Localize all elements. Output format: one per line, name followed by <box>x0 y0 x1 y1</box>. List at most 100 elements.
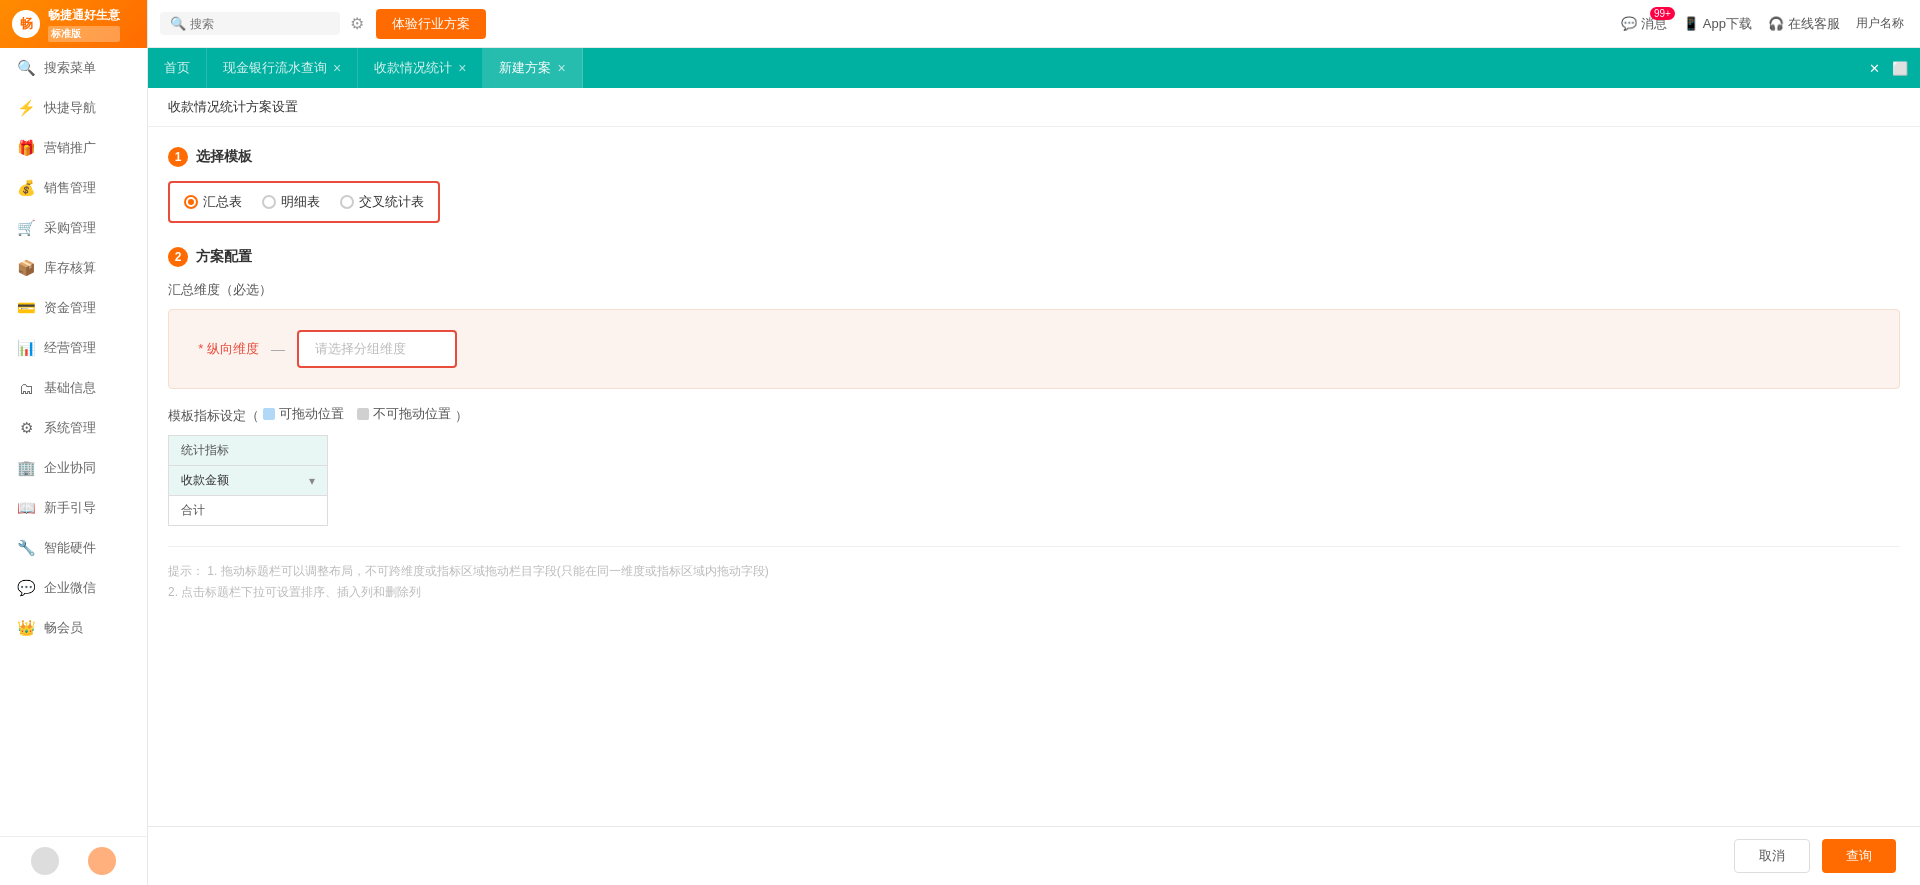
sidebar-item-marketing[interactable]: 🎁 营销推广 <box>0 128 147 168</box>
topbar-left: 🔍 ⚙ 体验行业方案 <box>148 9 1605 39</box>
sidebar-item-inventory[interactable]: 📦 库存核算 <box>0 248 147 288</box>
indicator-table-header: 统计指标 <box>169 436 327 466</box>
step2-header: 2 方案配置 <box>168 247 1900 267</box>
breadcrumb: 收款情况统计方案设置 <box>168 99 298 114</box>
indicator-settings: 模板指标设定（ 可拖动位置 不可拖动位置 ） 统计指标 <box>168 405 1900 526</box>
finance-icon: 💳 <box>16 298 36 318</box>
step2-title: 方案配置 <box>196 248 252 266</box>
tab-close-bank-flow[interactable]: × <box>333 60 341 76</box>
cancel-button[interactable]: 取消 <box>1734 839 1810 873</box>
sidebar-logo: 畅 畅捷通好生意 标准版 <box>0 0 147 48</box>
operations-icon: 📊 <box>16 338 36 358</box>
tab-close-window-icon[interactable]: ✕ <box>1869 61 1880 76</box>
search-icon-top: 🔍 <box>170 16 186 31</box>
tip1: 提示： 1. 拖动标题栏可以调整布局，不可跨维度或指标区域拖动栏目字段(只能在同… <box>168 563 1900 580</box>
trial-button[interactable]: 体验行业方案 <box>376 9 486 39</box>
sidebar-item-finance[interactable]: 💳 资金管理 <box>0 288 147 328</box>
tab-payment-stats[interactable]: 收款情况统计 × <box>358 48 483 88</box>
dimension-row-label: * 纵向维度 <box>189 340 259 358</box>
step1-num: 1 <box>168 147 188 167</box>
system-icon: ⚙ <box>16 418 36 438</box>
download-icon: 📱 <box>1683 16 1699 31</box>
config-section: 汇总维度（必选） * 纵向维度 — 请选择分组维度 模板指标设定（ <box>168 281 1900 526</box>
sidebar-item-enterprise[interactable]: 🏢 企业协同 <box>0 448 147 488</box>
main-content: 收款情况统计方案设置 1 选择模板 汇总表 明细表 交叉统计表 <box>148 88 1920 885</box>
query-button[interactable]: 查询 <box>1822 839 1896 873</box>
tab-close-payment-stats[interactable]: × <box>458 60 466 76</box>
tab-new-plan[interactable]: 新建方案 × <box>483 48 582 88</box>
cell-dropdown-icon[interactable]: ▾ <box>309 474 315 488</box>
sidebar-item-operations[interactable]: 📊 经营管理 <box>0 328 147 368</box>
search-input[interactable] <box>190 17 310 31</box>
guide-icon: 📖 <box>16 498 36 518</box>
sidebar: 畅 畅捷通好生意 标准版 🔍 搜索菜单 ⚡ 快捷导航 🎁 营销推广 💰 销售管理… <box>0 0 148 885</box>
wechat-icon: 💬 <box>16 578 36 598</box>
indicator-header: 模板指标设定（ 可拖动位置 不可拖动位置 ） <box>168 405 1900 425</box>
dimension-select[interactable]: 请选择分组维度 <box>297 330 457 368</box>
radio-circle-detail <box>262 195 276 209</box>
tips-section: 提示： 1. 拖动标题栏可以调整布局，不可跨维度或指标区域拖动栏目字段(只能在同… <box>168 546 1900 601</box>
tab-home[interactable]: 首页 <box>148 48 207 88</box>
dimension-arrow: — <box>271 341 285 357</box>
user-avatar[interactable] <box>31 847 59 875</box>
sidebar-item-base-info[interactable]: 🗂 基础信息 <box>0 368 147 408</box>
smart-hw-icon: 🔧 <box>16 538 36 558</box>
user-info[interactable]: 用户名称 <box>1856 15 1904 32</box>
member-icon: 👑 <box>16 618 36 638</box>
topbar: 🔍 ⚙ 体验行业方案 💬 消息 99+ 📱 App下载 🎧 在线客服 用户名称 <box>148 0 1920 48</box>
sidebar-item-sales[interactable]: 💰 销售管理 <box>0 168 147 208</box>
action-bar: 取消 查询 <box>148 826 1920 885</box>
step1-header: 1 选择模板 <box>168 147 1900 167</box>
legend-not-draggable-icon <box>357 408 369 420</box>
sidebar-item-smart-hw[interactable]: 🔧 智能硬件 <box>0 528 147 568</box>
radio-cross[interactable]: 交叉统计表 <box>340 193 424 211</box>
online-service[interactable]: 🎧 在线客服 <box>1768 15 1840 33</box>
template-options: 汇总表 明细表 交叉统计表 <box>168 181 440 223</box>
sidebar-item-wechat[interactable]: 💬 企业微信 <box>0 568 147 608</box>
radio-circle-cross <box>340 195 354 209</box>
sidebar-item-guide[interactable]: 📖 新手引导 <box>0 488 147 528</box>
step2-section: 2 方案配置 汇总维度（必选） * 纵向维度 — 请选择分组维度 <box>168 247 1900 601</box>
step2-num: 2 <box>168 247 188 267</box>
tabbar: 首页 现金银行流水查询 × 收款情况统计 × 新建方案 × ✕ ⬜ <box>148 48 1920 88</box>
tab-controls: ✕ ⬜ <box>1857 48 1920 88</box>
purchase-icon: 🛒 <box>16 218 36 238</box>
tip2: 2. 点击标题栏下拉可设置排序、插入列和删除列 <box>168 584 1900 601</box>
notification-badge[interactable]: 💬 消息 99+ <box>1621 15 1667 33</box>
indicator-cell-payment[interactable]: 收款金额 ▾ <box>169 466 327 496</box>
indicator-table: 统计指标 收款金额 ▾ 合计 <box>168 435 328 526</box>
page-header: 收款情况统计方案设置 <box>148 88 1920 127</box>
service-icon: 🎧 <box>1768 16 1784 31</box>
app-download[interactable]: 📱 App下载 <box>1683 15 1752 33</box>
sidebar-item-search-menu[interactable]: 🔍 搜索菜单 <box>0 48 147 88</box>
step1-title: 选择模板 <box>196 148 252 166</box>
sidebar-item-quick-nav[interactable]: ⚡ 快捷导航 <box>0 88 147 128</box>
tab-close-new-plan[interactable]: × <box>557 60 565 76</box>
indicator-subtotal: 合计 <box>169 496 327 525</box>
base-info-icon: 🗂 <box>16 378 36 398</box>
gear-icon[interactable]: ⚙ <box>350 14 364 33</box>
sidebar-bottom <box>0 836 147 885</box>
quick-nav-icon: ⚡ <box>16 98 36 118</box>
radio-summary[interactable]: 汇总表 <box>184 193 242 211</box>
search-box[interactable]: 🔍 <box>160 12 340 35</box>
inventory-icon: 📦 <box>16 258 36 278</box>
dimension-area: * 纵向维度 — 请选择分组维度 <box>168 309 1900 389</box>
page-body: 1 选择模板 汇总表 明细表 交叉统计表 2 <box>148 127 1920 834</box>
legend-draggable-icon <box>263 408 275 420</box>
sidebar-item-system[interactable]: ⚙ 系统管理 <box>0 408 147 448</box>
user-avatar2[interactable] <box>88 847 116 875</box>
sidebar-item-member[interactable]: 👑 畅会员 <box>0 608 147 648</box>
dimension-row: * 纵向维度 — 请选择分组维度 <box>189 330 1879 368</box>
sidebar-item-purchase[interactable]: 🛒 采购管理 <box>0 208 147 248</box>
sales-icon: 💰 <box>16 178 36 198</box>
radio-detail[interactable]: 明细表 <box>262 193 320 211</box>
logo-text: 畅捷通好生意 标准版 <box>48 7 120 42</box>
tab-bank-flow[interactable]: 现金银行流水查询 × <box>207 48 358 88</box>
search-icon: 🔍 <box>16 58 36 78</box>
step1-section: 1 选择模板 汇总表 明细表 交叉统计表 <box>168 147 1900 223</box>
dimension-label: 汇总维度（必选） <box>168 281 1900 299</box>
message-icon: 💬 <box>1621 16 1637 31</box>
radio-circle-summary <box>184 195 198 209</box>
tab-maximize-icon[interactable]: ⬜ <box>1892 61 1908 76</box>
